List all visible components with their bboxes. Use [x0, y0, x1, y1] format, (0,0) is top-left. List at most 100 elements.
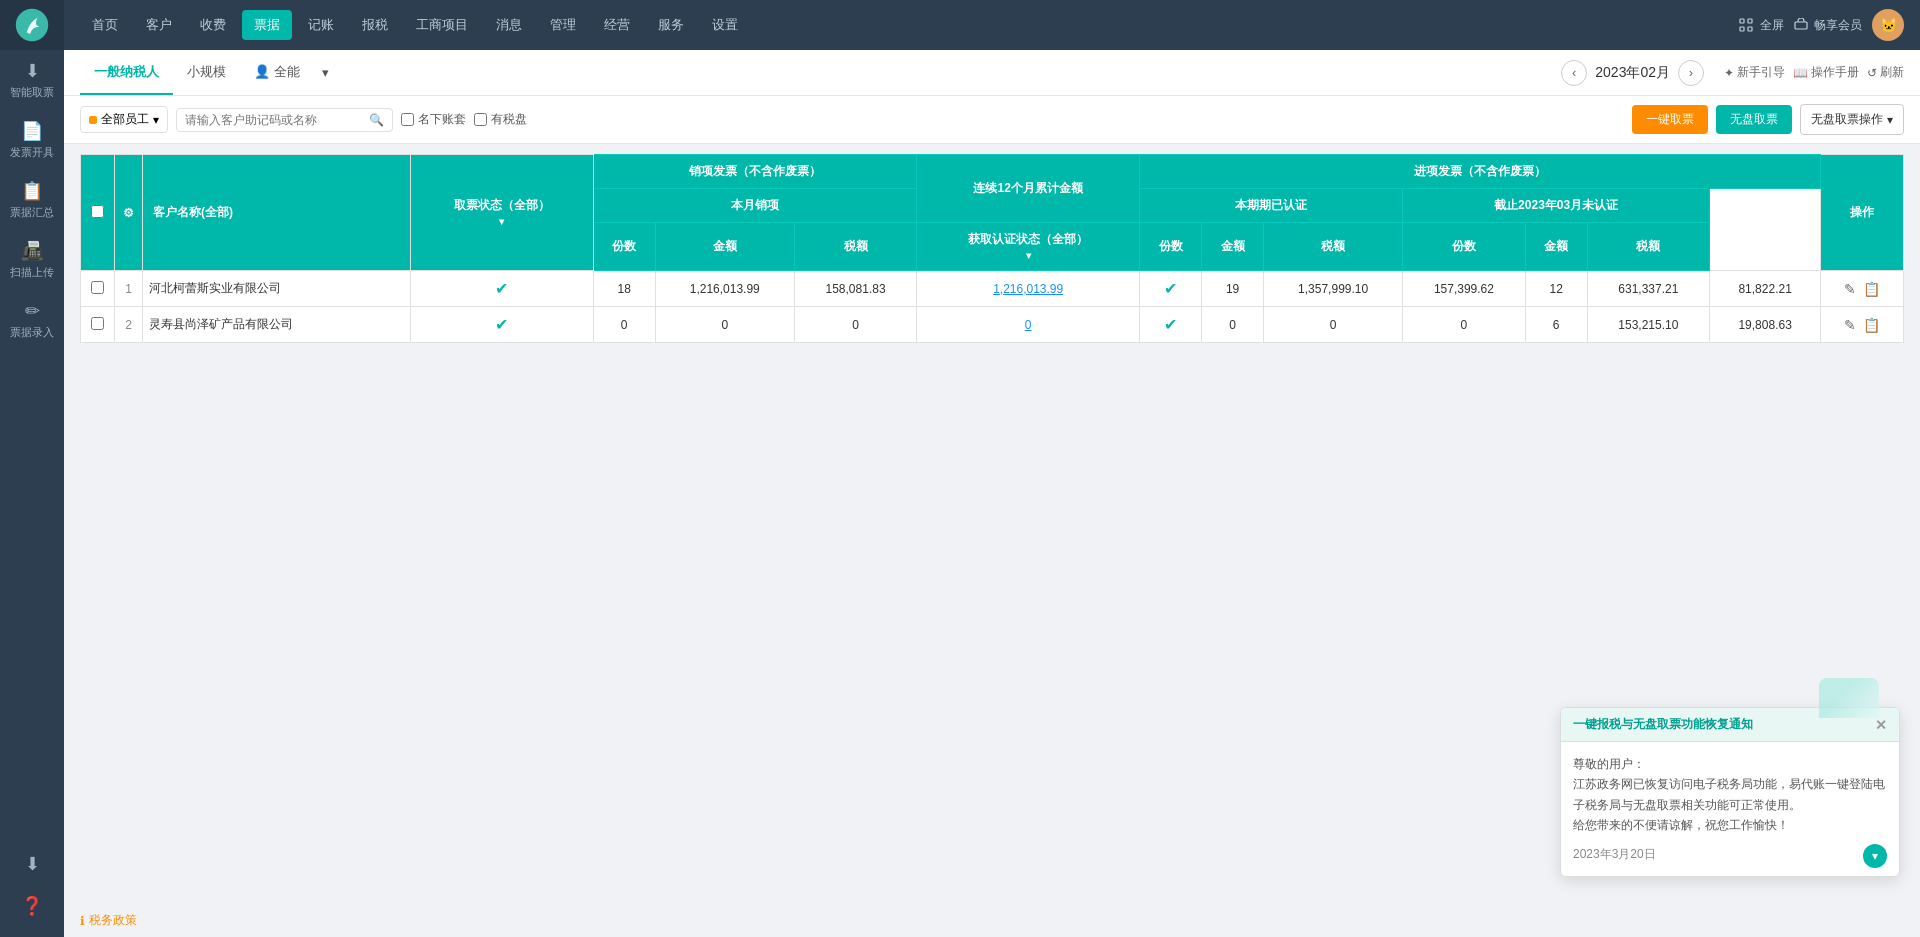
smart-fetch-icon: ⬇: [25, 60, 40, 82]
check-account-checkbox[interactable]: [401, 113, 414, 126]
sidebar-logo: [0, 0, 64, 50]
sidebar-item-help[interactable]: ❓: [0, 885, 64, 927]
notif-line1: 尊敬的用户：: [1573, 754, 1887, 774]
search-icon[interactable]: 🔍: [369, 113, 384, 127]
detail-icon[interactable]: 📋: [1863, 317, 1880, 333]
th-sales-count: 份数: [593, 223, 655, 271]
status-check-icon: ✔: [495, 316, 508, 333]
notif-date: 2023年3月20日: [1573, 844, 1887, 864]
subtab-more-btn[interactable]: ▾: [314, 57, 337, 88]
notif-title: 一键报税与无盘取票功能恢复通知: [1573, 716, 1753, 733]
nav-invoice[interactable]: 票据: [242, 10, 292, 40]
sidebar-item-invoice-summary[interactable]: 📋 票据汇总: [0, 170, 64, 230]
top-navigation: 首页 客户 收费 票据 记账 报税 工商项目 消息 管理 经营 服务 设置 全屏…: [64, 0, 1920, 50]
svg-rect-1: [1740, 19, 1744, 23]
tax-policy-link[interactable]: ℹ 税务政策: [64, 904, 1920, 937]
nav-operation[interactable]: 经营: [592, 10, 642, 40]
toolbar-right: 一键取票 无盘取票 无盘取票操作 ▾: [1632, 104, 1904, 135]
refresh-link[interactable]: ↺ 刷新: [1867, 64, 1904, 81]
row-company: 灵寿县尚泽矿产品有限公司: [143, 307, 411, 343]
nav-service[interactable]: 服务: [646, 10, 696, 40]
has-tax-disk-label[interactable]: 有税盘: [474, 111, 527, 128]
notification-popup: 一键报税与无盘取票功能恢复通知 ✕ 尊敬的用户： 江苏政务网已恢复访问电子税务局…: [1560, 707, 1900, 877]
row-sales-tax: 158,081.83: [794, 271, 916, 307]
th-sales-tax: 税额: [794, 223, 916, 271]
employee-label: 全部员工: [101, 111, 149, 128]
nav-customer[interactable]: 客户: [134, 10, 184, 40]
vip-btn[interactable]: 畅享会员: [1794, 17, 1862, 34]
nav-home[interactable]: 首页: [80, 10, 130, 40]
row-checkbox[interactable]: [81, 271, 115, 307]
invoice-summary-icon: 📋: [21, 180, 43, 202]
no-disk-fetch-btn[interactable]: 无盘取票: [1716, 105, 1792, 134]
cert-status-filter-icon[interactable]: ▾: [1026, 250, 1031, 261]
config-icon[interactable]: ⚙: [123, 206, 134, 220]
employee-dot: [89, 116, 97, 124]
row-sales-count: 0: [593, 307, 655, 343]
new-guide-link[interactable]: ✦ 新手引导: [1724, 64, 1785, 81]
manual-link[interactable]: 📖 操作手册: [1793, 64, 1859, 81]
th-purchase-header: 进项发票（不含作废票）: [1140, 155, 1821, 189]
sidebar-item-label: 票据录入: [10, 325, 54, 340]
employee-select[interactable]: 全部员工 ▾: [80, 106, 168, 133]
nav-message[interactable]: 消息: [484, 10, 534, 40]
notif-body: 尊敬的用户： 江苏政务网已恢复访问电子税务局功能，易代账一键登陆电子税务局与无盘…: [1561, 742, 1899, 876]
nav-settings[interactable]: 设置: [700, 10, 750, 40]
info-circle-icon: ℹ: [80, 914, 85, 928]
nav-business[interactable]: 工商项目: [404, 10, 480, 40]
row-purchase-amount: 0: [1264, 307, 1403, 343]
nav-tax[interactable]: 报税: [350, 10, 400, 40]
one-key-fetch-btn[interactable]: 一键取票: [1632, 105, 1708, 134]
th-cutoff: 截止2023年03月未认证: [1403, 189, 1710, 223]
no-disk-more-btn[interactable]: 无盘取票操作 ▾: [1800, 104, 1904, 135]
edit-icon[interactable]: ✎: [1844, 317, 1856, 333]
sidebar-item-data-entry[interactable]: ✏ 票据录入: [0, 290, 64, 350]
select-all-checkbox[interactable]: [91, 205, 104, 218]
has-tax-disk-checkbox[interactable]: [474, 113, 487, 126]
row-checkbox[interactable]: [81, 307, 115, 343]
fullscreen-btn[interactable]: 全屏: [1739, 17, 1783, 34]
row-cumulative[interactable]: 0: [917, 307, 1140, 343]
th-cert-status: 获取认证状态（全部） ▾: [917, 223, 1140, 271]
prev-month-btn[interactable]: ‹: [1561, 60, 1587, 86]
check-account-label[interactable]: 名下账套: [401, 111, 466, 128]
next-month-btn[interactable]: ›: [1678, 60, 1704, 86]
sidebar-item-smart-fetch[interactable]: ⬇ 智能取票: [0, 50, 64, 110]
row-purchase-tax: 157,399.62: [1403, 271, 1525, 307]
detail-icon[interactable]: 📋: [1863, 281, 1880, 297]
tab-small[interactable]: 小规模: [173, 51, 240, 95]
sidebar: ⬇ 智能取票 📄 发票开具 📋 票据汇总 📠 扫描上传 ✏ 票据录入 ⬇ ❓: [0, 0, 64, 937]
sidebar-item-download[interactable]: ⬇: [0, 843, 64, 885]
subtab-bar: 一般纳税人 小规模 👤 全能 ▾ ‹ 2023年02月 › ✦ 新手引导: [64, 50, 1920, 96]
nav-bookkeeping[interactable]: 记账: [296, 10, 346, 40]
tab-general[interactable]: 一般纳税人: [80, 51, 173, 95]
row-uncert-count: 6: [1525, 307, 1587, 343]
nav-billing[interactable]: 收费: [188, 10, 238, 40]
row-cumulative[interactable]: 1,216,013.99: [917, 271, 1140, 307]
svg-rect-5: [1795, 22, 1807, 29]
notif-line3: 给您带来的不便请谅解，祝您工作愉快！: [1573, 815, 1887, 835]
cert-check-icon: ✔: [1164, 316, 1177, 333]
th-customer: 客户名称(全部): [143, 155, 411, 271]
edit-icon[interactable]: ✎: [1844, 281, 1856, 297]
download-icon: ⬇: [25, 853, 40, 875]
sidebar-item-scan-upload[interactable]: 📠 扫描上传: [0, 230, 64, 290]
search-input[interactable]: [185, 113, 365, 127]
th-checkbox: [81, 155, 115, 271]
row-uncert-tax: 81,822.21: [1710, 271, 1821, 307]
sidebar-item-invoice-open[interactable]: 📄 发票开具: [0, 110, 64, 170]
tab-allquota[interactable]: 👤 全能: [240, 51, 314, 95]
row-num: 1: [115, 271, 143, 307]
user-avatar[interactable]: 🐱: [1872, 9, 1904, 41]
th-sales-header: 销项发票（不含作废票）: [593, 155, 917, 189]
fetch-status-filter-icon[interactable]: ▾: [499, 216, 504, 227]
guide-icon: ✦: [1724, 66, 1734, 80]
notif-scroll-down-btn[interactable]: ▾: [1863, 844, 1887, 868]
notif-close-btn[interactable]: ✕: [1875, 717, 1887, 733]
row-uncert-count: 12: [1525, 271, 1587, 307]
nav-manage[interactable]: 管理: [538, 10, 588, 40]
current-month: 2023年02月: [1595, 64, 1670, 82]
table-row: 1 河北柯蕾斯实业有限公司 ✔ 18 1,216,013.99 158,081.…: [81, 271, 1904, 307]
th-uncert-amount: 金额: [1525, 223, 1587, 271]
th-action: 操作: [1821, 155, 1904, 271]
